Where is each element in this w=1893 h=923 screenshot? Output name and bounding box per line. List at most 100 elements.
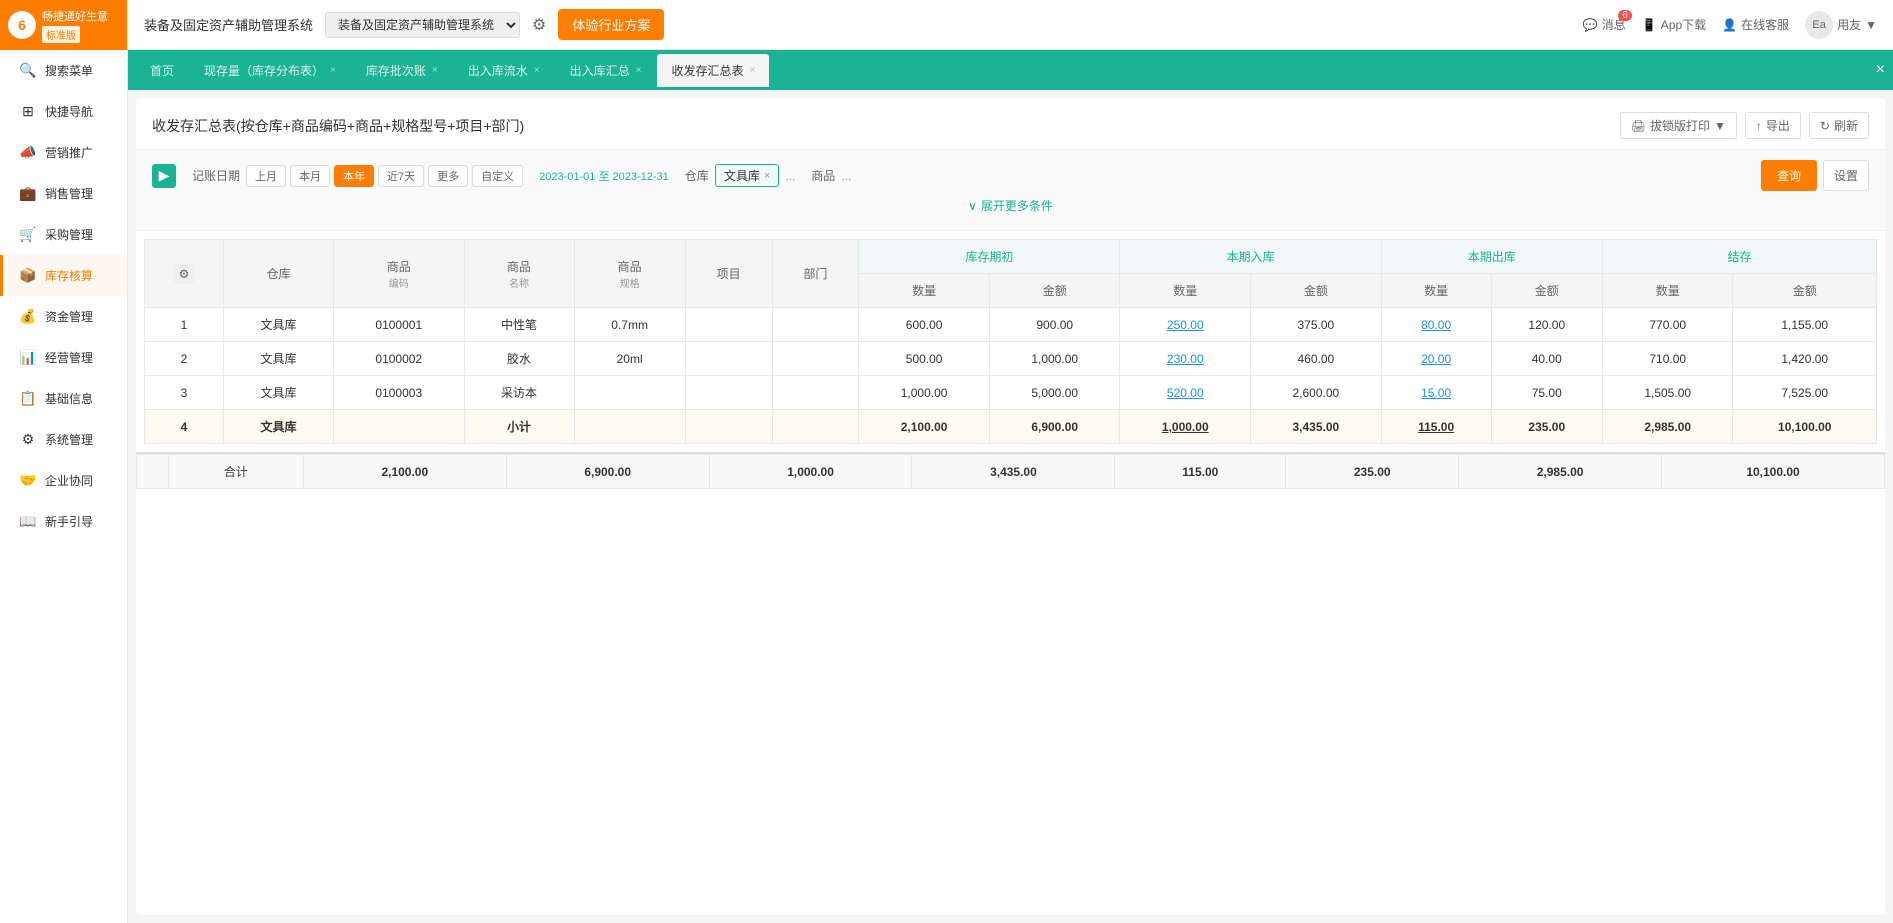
cell-out-qty[interactable]: 20.00 <box>1381 342 1491 376</box>
sidebar-item-sales[interactable]: 💼 销售管理 <box>0 173 127 214</box>
messages-button[interactable]: 💬 消息 6 <box>1583 16 1626 33</box>
warehouse-more[interactable]: ... <box>785 169 795 183</box>
cell-opening-qty: 500.00 <box>859 342 990 376</box>
sidebar-item-collab[interactable]: 🤝 企业协同 <box>0 460 127 501</box>
cell-out-amt: 120.00 <box>1491 308 1602 342</box>
app-download-button[interactable]: 📱 App下载 <box>1642 16 1706 33</box>
date-custom[interactable]: 自定义 <box>472 165 523 187</box>
date-last-month[interactable]: 上月 <box>246 165 286 187</box>
sidebar-item-label-basic: 基础信息 <box>45 390 93 407</box>
cell-opening-amt: 5,000.00 <box>989 376 1120 410</box>
tab-inventory-dist-close[interactable]: × <box>330 65 336 76</box>
table-settings-icon[interactable]: ⚙ <box>174 264 194 284</box>
cell-goods-spec <box>574 410 685 444</box>
message-icon: 💬 <box>1583 18 1598 32</box>
sidebar-item-marketing[interactable]: 📣 营销推广 <box>0 132 127 173</box>
tab-receipt-summary-close[interactable]: × <box>749 65 755 76</box>
gear-icon[interactable]: ⚙ <box>532 15 546 35</box>
date-7days[interactable]: 近7天 <box>378 165 424 187</box>
print-button[interactable]: 🖨 拔锁版打印 ▼ <box>1620 112 1737 139</box>
tab-in-out-summary[interactable]: 出入库汇总 × <box>556 54 656 87</box>
tab-batch-ledger[interactable]: 库存批次账 × <box>352 54 452 87</box>
th-out-qty: 数量 <box>1381 274 1491 308</box>
tabs-close-all-button[interactable]: × <box>1876 61 1885 79</box>
filter-toggle-button[interactable]: ▶ <box>152 164 176 188</box>
cell-department <box>772 376 859 410</box>
cell-in-amt: 3,435.00 <box>1251 410 1382 444</box>
date-more[interactable]: 更多 <box>428 165 468 187</box>
sidebar-item-system[interactable]: ⚙ 系统管理 <box>0 419 127 460</box>
cell-warehouse: 文具库 <box>224 342 334 376</box>
expand-button[interactable]: ∨ 展开更多条件 <box>968 197 1053 214</box>
cell-in-amt: 2,600.00 <box>1251 376 1382 410</box>
sidebar-item-label-marketing: 营销推广 <box>45 144 93 161</box>
cell-opening-qty: 600.00 <box>859 308 990 342</box>
tab-inventory-dist[interactable]: 现存量（库存分布表） × <box>190 54 350 87</box>
cell-in-qty[interactable]: 230.00 <box>1120 342 1251 376</box>
sidebar-item-basic[interactable]: 📋 基础信息 <box>0 378 127 419</box>
footer-opening-amt: 6,900.00 <box>506 455 709 489</box>
tab-in-out-summary-close[interactable]: × <box>636 65 642 76</box>
setting-button[interactable]: 设置 <box>1823 160 1869 191</box>
mobile-icon: 📱 <box>1642 18 1657 32</box>
sidebar-item-operations[interactable]: 📊 经营管理 <box>0 337 127 378</box>
th-group-opening: 库存期初 <box>859 240 1120 274</box>
cell-in-amt: 375.00 <box>1251 308 1382 342</box>
user-label: 用友 <box>1837 16 1861 33</box>
system-selector[interactable]: 装备及固定资产辅助管理系统 <box>325 12 520 38</box>
th-goods-code: 商品编码 <box>333 240 464 308</box>
collab-icon: 🤝 <box>19 472 37 489</box>
user-menu[interactable]: Ea 用友 ▼ <box>1805 11 1877 39</box>
cell-goods-spec <box>574 376 685 410</box>
cell-goods-name: 采访本 <box>464 376 574 410</box>
filter-row-1: ▶ 记账日期 上月 本月 本年 近7天 更多 自定义 2023-0 <box>152 160 1869 191</box>
cell-project <box>685 342 772 376</box>
experience-button[interactable]: 体验行业方案 <box>558 9 664 40</box>
service-button[interactable]: 👤 在线客服 <box>1722 16 1789 33</box>
tab-home[interactable]: 首页 <box>136 54 188 87</box>
tab-batch-ledger-close[interactable]: × <box>432 65 438 76</box>
sidebar: 6 畅捷通好生意 标准版 🔍 搜索菜单 ⊞ 快捷导航 📣 营销推广 💼 销售管理… <box>0 0 128 923</box>
tab-receipt-summary[interactable]: 收发存汇总表 × <box>657 54 769 87</box>
cell-project <box>685 308 772 342</box>
sidebar-nav: 🔍 搜索菜单 ⊞ 快捷导航 📣 营销推广 💼 销售管理 🛒 采购管理 📦 库存核… <box>0 50 127 923</box>
tab-in-out-flow[interactable]: 出入库流水 × <box>454 54 554 87</box>
finance-icon: 💰 <box>19 308 37 325</box>
sidebar-item-search[interactable]: 🔍 搜索菜单 <box>0 50 127 91</box>
warehouse-tag-remove[interactable]: × <box>764 170 770 182</box>
table-row: 2 文具库 0100002 胶水 20ml 500.00 1,000.00 23… <box>145 342 1877 376</box>
cell-in-qty[interactable]: 520.00 <box>1120 376 1251 410</box>
query-button[interactable]: 查询 <box>1761 160 1817 191</box>
cell-department <box>772 308 859 342</box>
cell-no: 4 <box>145 410 224 444</box>
table-footer: 合计 2,100.00 6,900.00 1,000.00 3,435.00 1… <box>136 452 1885 489</box>
sidebar-item-inventory[interactable]: 📦 库存核算 <box>0 255 127 296</box>
guide-icon: 📖 <box>19 513 37 530</box>
date-this-month[interactable]: 本月 <box>290 165 330 187</box>
date-this-year[interactable]: 本年 <box>334 165 374 187</box>
tab-in-out-flow-close[interactable]: × <box>534 65 540 76</box>
export-label: 导出 <box>1766 117 1790 134</box>
page-title: 收发存汇总表(按仓库+商品编码+商品+规格型号+项目+部门) <box>152 116 524 136</box>
refresh-button[interactable]: ↻ 刷新 <box>1809 112 1869 139</box>
cell-goods-code <box>333 410 464 444</box>
sidebar-item-quick-nav[interactable]: ⊞ 快捷导航 <box>0 91 127 132</box>
goods-more[interactable]: ... <box>841 169 851 183</box>
cell-opening-qty: 2,100.00 <box>859 410 990 444</box>
export-icon: ↑ <box>1756 119 1762 133</box>
th-opening-amt: 金额 <box>989 274 1120 308</box>
cell-out-qty[interactable]: 15.00 <box>1381 376 1491 410</box>
search-icon: 🔍 <box>19 62 37 79</box>
sidebar-item-purchase[interactable]: 🛒 采购管理 <box>0 214 127 255</box>
sidebar-item-finance[interactable]: 💰 资金管理 <box>0 296 127 337</box>
sidebar-item-guide[interactable]: 📖 新手引导 <box>0 501 127 542</box>
tab-home-label: 首页 <box>150 62 174 79</box>
footer-empty-settings <box>137 455 169 489</box>
expand-label: 展开更多条件 <box>981 197 1053 214</box>
logo-text-block: 畅捷通好生意 标准版 <box>42 8 108 43</box>
export-button[interactable]: ↑ 导出 <box>1745 112 1801 139</box>
cell-closing-amt: 7,525.00 <box>1733 376 1877 410</box>
cell-in-qty[interactable]: 250.00 <box>1120 308 1251 342</box>
table-row: 3 文具库 0100003 采访本 1,000.00 5,000.00 520.… <box>145 376 1877 410</box>
cell-out-qty[interactable]: 80.00 <box>1381 308 1491 342</box>
